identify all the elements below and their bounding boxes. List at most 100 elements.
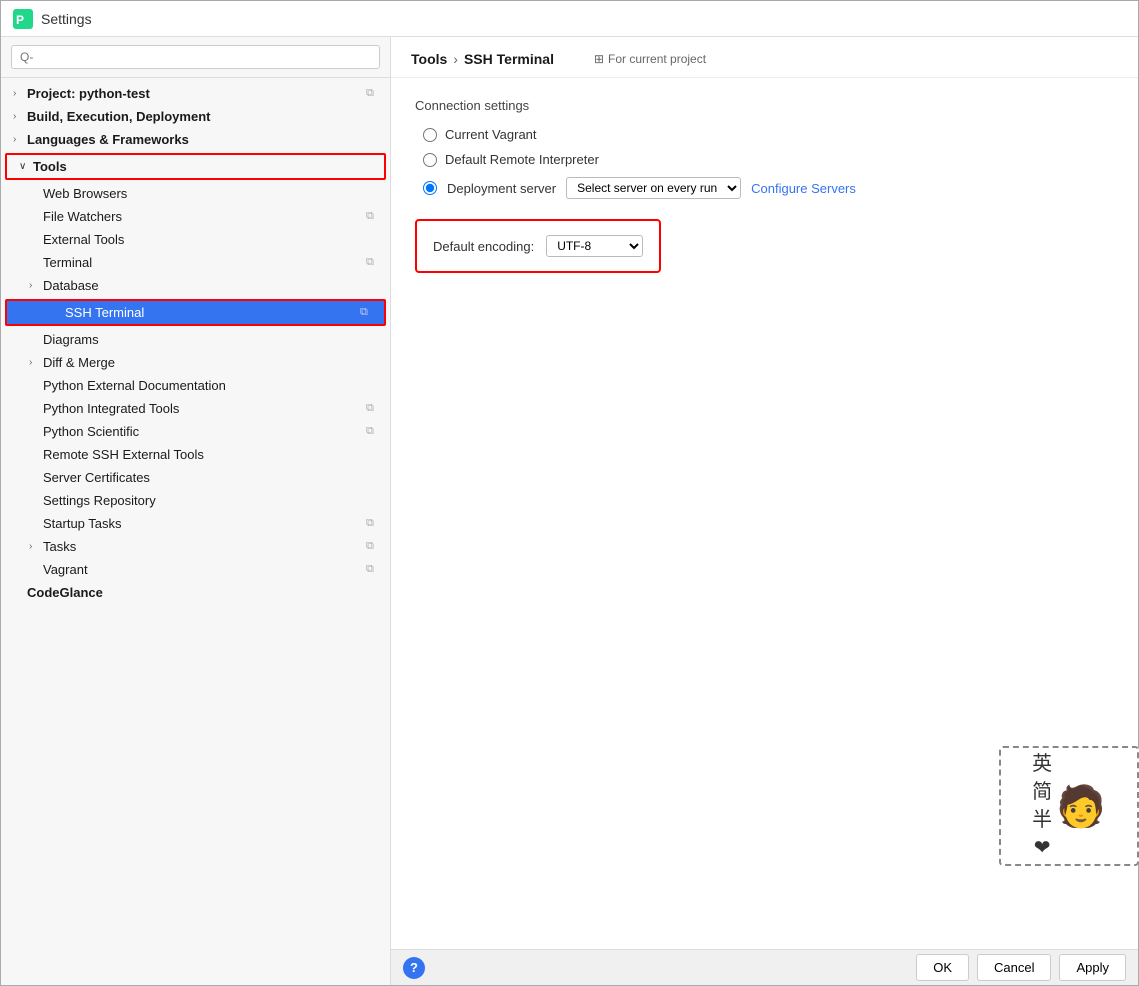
sidebar-item-tasks[interactable]: › Tasks ⧉ bbox=[1, 535, 390, 558]
sticker-content: 英简半❤ 🧑 bbox=[1032, 750, 1106, 862]
breadcrumb: Tools › SSH Terminal bbox=[411, 51, 554, 67]
encoding-label: Default encoding: bbox=[433, 239, 534, 254]
sidebar-item-label: Diff & Merge bbox=[43, 355, 382, 370]
sidebar-item-diff-merge[interactable]: › Diff & Merge bbox=[1, 351, 390, 374]
radio-label-remote: Default Remote Interpreter bbox=[445, 152, 599, 167]
sidebar-item-server-certs[interactable]: Server Certificates bbox=[1, 466, 390, 489]
project-icon: ⊞ bbox=[594, 52, 604, 66]
radio-deployment[interactable] bbox=[423, 181, 437, 195]
radio-row-vagrant: Current Vagrant bbox=[423, 127, 1114, 142]
ssh-terminal-border: SSH Terminal ⧉ bbox=[5, 299, 386, 326]
sidebar-item-file-watchers[interactable]: File Watchers ⧉ bbox=[1, 205, 390, 228]
connection-options: Current Vagrant Default Remote Interpret… bbox=[423, 127, 1114, 199]
chevron-icon: › bbox=[29, 280, 43, 291]
sidebar-item-label: Build, Execution, Deployment bbox=[27, 109, 382, 124]
sidebar-item-python-ext-doc[interactable]: Python External Documentation bbox=[1, 374, 390, 397]
encoding-select[interactable]: UTF-8 ISO-8859-1 US-ASCII bbox=[546, 235, 643, 257]
sticker-figure: 🧑 bbox=[1056, 783, 1106, 830]
chevron-icon: › bbox=[13, 111, 27, 122]
sidebar-item-label: Server Certificates bbox=[43, 470, 382, 485]
copy-icon: ⧉ bbox=[366, 402, 382, 415]
sidebar-item-label: SSH Terminal bbox=[65, 305, 360, 320]
sidebar-item-database[interactable]: › Database bbox=[1, 274, 390, 297]
sidebar-item-ssh-terminal[interactable]: SSH Terminal ⧉ bbox=[7, 301, 384, 324]
radio-label-vagrant: Current Vagrant bbox=[445, 127, 537, 142]
copy-icon: ⧉ bbox=[366, 210, 382, 223]
sidebar-item-python-scientific[interactable]: Python Scientific ⧉ bbox=[1, 420, 390, 443]
chevron-icon: › bbox=[13, 134, 27, 145]
breadcrumb-current: SSH Terminal bbox=[464, 51, 554, 67]
cancel-button[interactable]: Cancel bbox=[977, 954, 1051, 981]
breadcrumb-separator: › bbox=[453, 51, 458, 67]
configure-servers-link[interactable]: Configure Servers bbox=[751, 181, 856, 196]
chevron-icon: › bbox=[29, 357, 43, 368]
sidebar-item-label: Remote SSH External Tools bbox=[43, 447, 382, 462]
main-header: Tools › SSH Terminal ⊞ For current proje… bbox=[391, 37, 1138, 78]
sidebar-item-vagrant[interactable]: Vagrant ⧉ bbox=[1, 558, 390, 581]
svg-text:P: P bbox=[16, 13, 24, 27]
for-current-project: ⊞ For current project bbox=[594, 52, 706, 66]
apply-button[interactable]: Apply bbox=[1059, 954, 1126, 981]
sidebar-item-label: CodeGlance bbox=[27, 585, 382, 600]
search-bar bbox=[1, 37, 390, 78]
server-select[interactable]: Select server on every run bbox=[566, 177, 741, 199]
copy-icon: ⧉ bbox=[366, 256, 382, 269]
sidebar-tree: › Project: python-test ⧉ › Build, Execut… bbox=[1, 78, 390, 985]
app-icon: P bbox=[13, 9, 33, 29]
title-bar: P Settings bbox=[1, 1, 1138, 37]
connection-section-label: Connection settings bbox=[415, 98, 1114, 113]
ok-button[interactable]: OK bbox=[916, 954, 969, 981]
window-title: Settings bbox=[41, 11, 92, 27]
encoding-box: Default encoding: UTF-8 ISO-8859-1 US-AS… bbox=[415, 219, 661, 273]
radio-remote[interactable] bbox=[423, 153, 437, 167]
copy-icon: ⧉ bbox=[366, 87, 382, 100]
copy-icon: ⧉ bbox=[366, 425, 382, 438]
for-current-project-label: For current project bbox=[608, 52, 706, 66]
sidebar-item-label: Settings Repository bbox=[43, 493, 382, 508]
bottom-bar: ? OK Cancel Apply bbox=[391, 949, 1138, 985]
tools-border: ∨ Tools bbox=[5, 153, 386, 180]
search-input[interactable] bbox=[11, 45, 380, 69]
sidebar-item-label: Database bbox=[43, 278, 382, 293]
settings-window: P Settings › Project: python-test ⧉ bbox=[0, 0, 1139, 986]
radio-row-remote: Default Remote Interpreter bbox=[423, 152, 1114, 167]
sidebar-item-python-integrated[interactable]: Python Integrated Tools ⧉ bbox=[1, 397, 390, 420]
copy-icon: ⧉ bbox=[366, 517, 382, 530]
sticker-text: 英简半❤ bbox=[1032, 750, 1052, 862]
sidebar-item-tools[interactable]: ∨ Tools bbox=[7, 155, 384, 178]
chevron-down-icon: ∨ bbox=[19, 161, 33, 172]
sticker-overlay: 英简半❤ 🧑 bbox=[999, 746, 1139, 866]
sidebar-item-label: Startup Tasks bbox=[43, 516, 366, 531]
sidebar-item-label: Tasks bbox=[43, 539, 366, 554]
sidebar-item-languages[interactable]: › Languages & Frameworks bbox=[1, 128, 390, 151]
sidebar-item-web-browsers[interactable]: Web Browsers bbox=[1, 182, 390, 205]
sidebar-item-label: Terminal bbox=[43, 255, 366, 270]
sidebar-item-label: Web Browsers bbox=[43, 186, 382, 201]
copy-icon: ⧉ bbox=[360, 306, 376, 319]
sidebar-item-label: Python External Documentation bbox=[43, 378, 382, 393]
sidebar-item-project[interactable]: › Project: python-test ⧉ bbox=[1, 82, 390, 105]
sidebar-item-label: File Watchers bbox=[43, 209, 366, 224]
sidebar-item-diagrams[interactable]: Diagrams bbox=[1, 328, 390, 351]
sidebar-item-codeglance[interactable]: CodeGlance bbox=[1, 581, 390, 604]
sidebar-item-label: Vagrant bbox=[43, 562, 366, 577]
content-area: › Project: python-test ⧉ › Build, Execut… bbox=[1, 37, 1138, 985]
sidebar-item-label: Languages & Frameworks bbox=[27, 132, 382, 147]
sidebar-item-label: Python Scientific bbox=[43, 424, 366, 439]
sidebar-item-label: Python Integrated Tools bbox=[43, 401, 366, 416]
sidebar-item-settings-repo[interactable]: Settings Repository bbox=[1, 489, 390, 512]
radio-row-deployment: Deployment server Select server on every… bbox=[423, 177, 1114, 199]
help-button[interactable]: ? bbox=[403, 957, 425, 979]
breadcrumb-parent: Tools bbox=[411, 51, 447, 67]
radio-vagrant[interactable] bbox=[423, 128, 437, 142]
sidebar-item-label: Tools bbox=[33, 159, 376, 174]
sidebar-item-terminal[interactable]: Terminal ⧉ bbox=[1, 251, 390, 274]
copy-icon: ⧉ bbox=[366, 563, 382, 576]
chevron-icon: › bbox=[29, 541, 43, 552]
sidebar-item-remote-ssh[interactable]: Remote SSH External Tools bbox=[1, 443, 390, 466]
sidebar-item-startup-tasks[interactable]: Startup Tasks ⧉ bbox=[1, 512, 390, 535]
sidebar-item-external-tools[interactable]: External Tools bbox=[1, 228, 390, 251]
chevron-icon: › bbox=[13, 88, 27, 99]
sidebar-item-label: Diagrams bbox=[43, 332, 382, 347]
sidebar-item-build[interactable]: › Build, Execution, Deployment bbox=[1, 105, 390, 128]
